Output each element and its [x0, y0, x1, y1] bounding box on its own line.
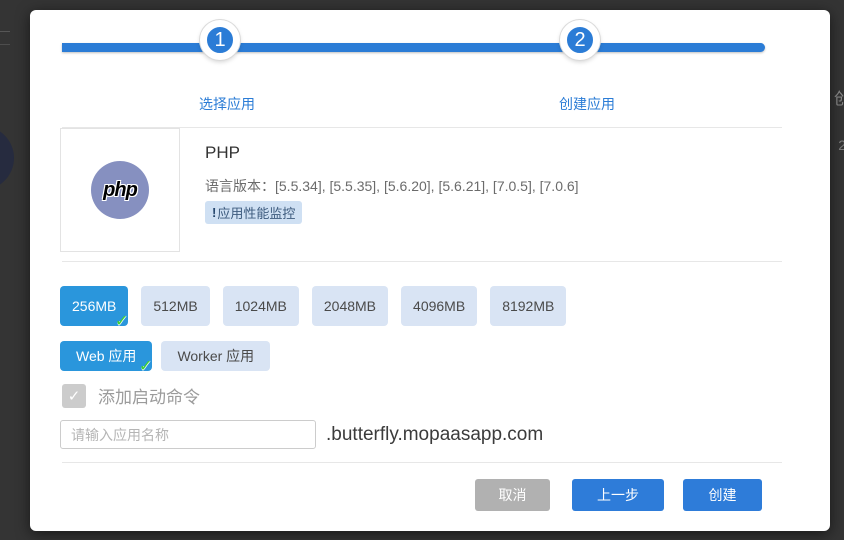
app-name-row: .butterfly.mopaasapp.com	[60, 420, 543, 449]
stepper: 1 2 选择应用 创建应用	[30, 10, 830, 127]
memory-option-label: 2048MB	[323, 298, 377, 314]
memory-option-label: 8192MB	[502, 298, 555, 314]
step-1-number: 1	[214, 28, 226, 51]
memory-option-label: 256MB	[72, 298, 117, 314]
app-versions: 语言版本：[5.5.34], [5.5.35], [5.6.20], [5.6.…	[205, 178, 579, 194]
memory-option-2048mb[interactable]: 2048MB	[311, 286, 389, 326]
step-2-label: 创建应用	[559, 96, 615, 112]
divider	[62, 261, 782, 262]
app-type-option-label: Worker 应用	[177, 348, 255, 364]
memory-option-label: 512MB	[153, 298, 198, 314]
background-text-fragment: 创	[833, 91, 844, 108]
domain-suffix: .butterfly.mopaasapp.com	[326, 423, 544, 445]
app-performance-tag: ! 应用性能监控	[205, 201, 303, 224]
previous-step-button[interactable]: 上一步	[572, 479, 664, 511]
memory-option-8192mb[interactable]: 8192MB	[490, 286, 567, 326]
startup-command-row: ✓ 添加启动命令	[62, 383, 200, 408]
create-button[interactable]: 创建	[683, 479, 762, 511]
background-text-fragment: 2	[838, 137, 844, 153]
check-icon: ✓	[67, 387, 81, 405]
background-artifact	[0, 31, 10, 45]
app-name-input[interactable]	[60, 420, 316, 449]
php-logo-text: php	[103, 178, 138, 201]
memory-option-512mb[interactable]: 512MB	[141, 286, 210, 326]
php-logo-icon: php	[91, 161, 149, 219]
app-type-option-web[interactable]: Web 应用 ✓	[60, 341, 153, 375]
startup-command-checkbox[interactable]: ✓	[62, 383, 86, 408]
exclamation-icon: !	[212, 205, 217, 220]
stepper-progress-bar	[62, 43, 765, 52]
app-type-option-label: Web 应用	[76, 348, 137, 364]
divider	[62, 462, 782, 463]
memory-option-label: 1024MB	[234, 298, 287, 314]
memory-options-row: 256MB ✓ 512MB 1024MB 2048MB 4096MB 8192M…	[60, 286, 579, 330]
check-icon: ✓	[139, 358, 153, 375]
memory-option-1024mb[interactable]: 1024MB	[222, 286, 299, 326]
step-2-number: 2	[574, 28, 586, 51]
memory-option-4096mb[interactable]: 4096MB	[401, 286, 478, 326]
memory-option-256mb[interactable]: 256MB ✓	[60, 286, 129, 330]
step-1-label: 选择应用	[199, 96, 255, 112]
memory-option-label: 4096MB	[413, 298, 466, 314]
step-2-circle: 2	[560, 20, 600, 60]
app-type-option-worker[interactable]: Worker 应用	[161, 341, 271, 371]
step-1-circle: 1	[200, 20, 240, 60]
app-performance-tag-label: 应用性能监控	[217, 206, 296, 221]
app-name: PHP	[205, 143, 240, 162]
background-logo-fragment	[0, 126, 14, 190]
cancel-button[interactable]: 取消	[475, 479, 550, 511]
create-app-modal: 1 2 选择应用 创建应用 php PHP 语言版本：[5.5.34], [5.…	[30, 10, 830, 531]
startup-command-label: 添加启动命令	[98, 388, 200, 407]
app-icon-box: php	[60, 128, 180, 252]
app-type-row: Web 应用 ✓ Worker 应用	[60, 341, 279, 375]
check-icon: ✓	[114, 313, 129, 330]
